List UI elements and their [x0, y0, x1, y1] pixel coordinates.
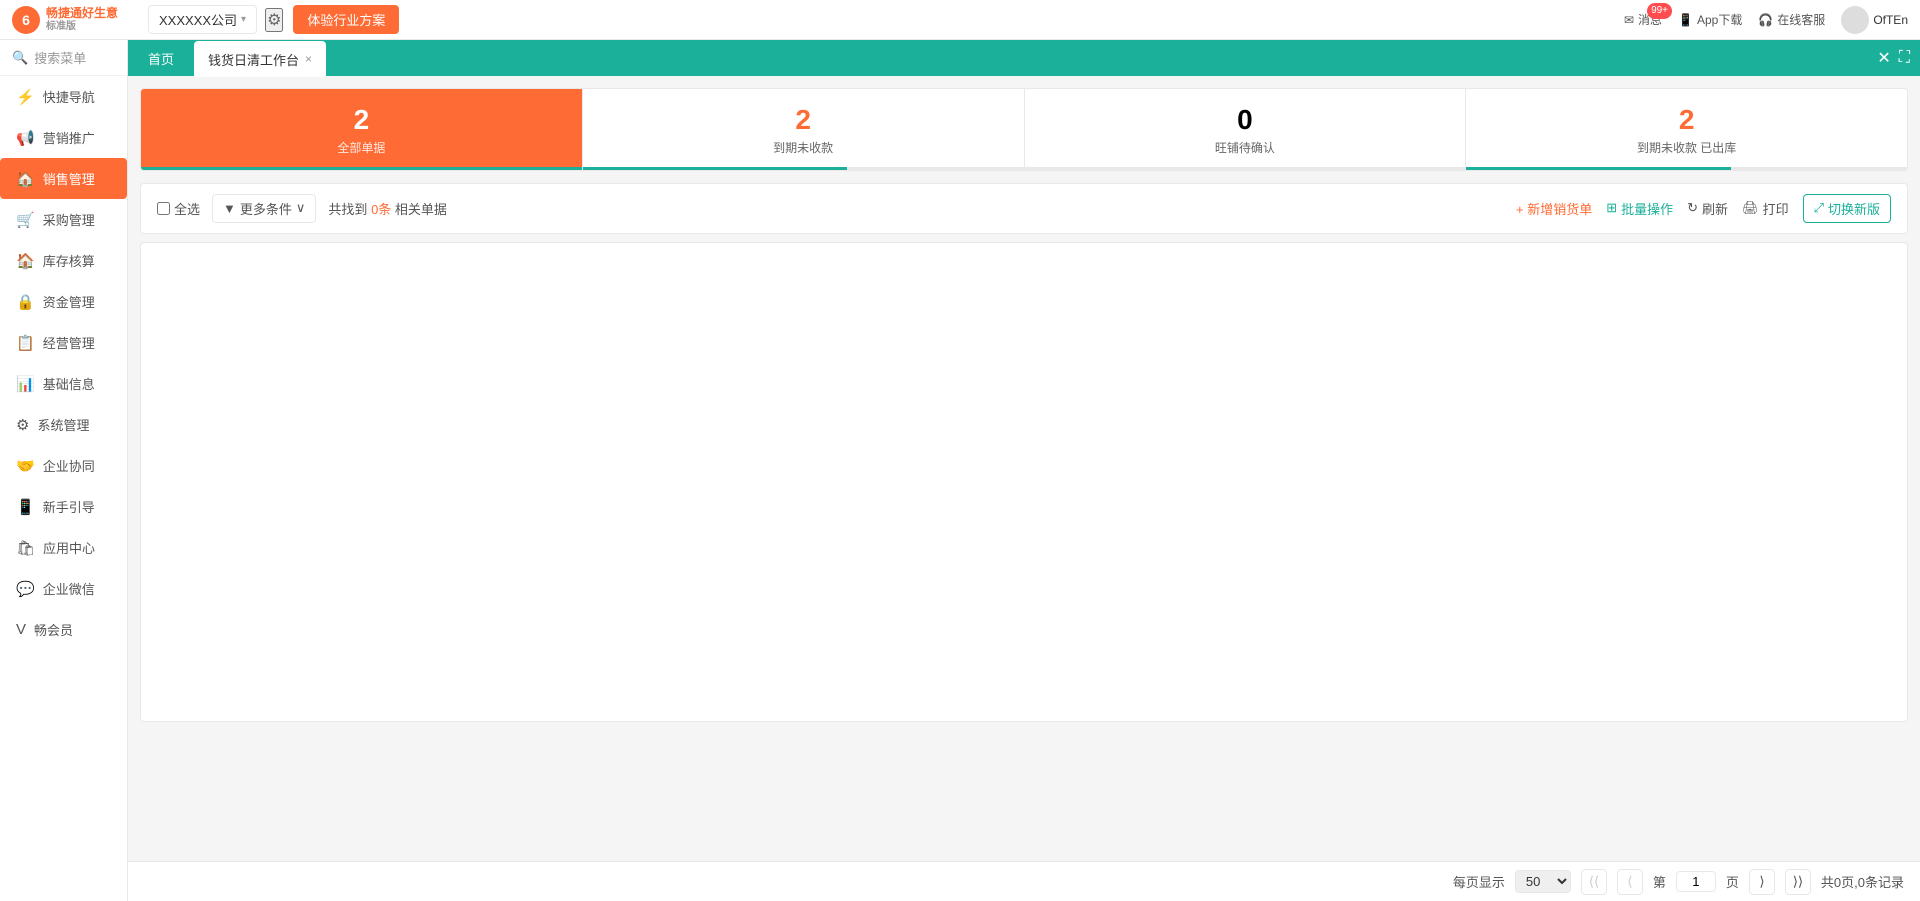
pagination-bar: 每页显示 20 50 100 ⟨⟨ ⟨ 第 页 ⟩ ⟩⟩ 共0页,0条记录 — [128, 861, 1920, 901]
sidebar-item-purchase[interactable]: 🛒 采购管理 — [0, 199, 127, 240]
sidebar-item-marketing[interactable]: 📢 营销推广 — [0, 117, 127, 158]
tab-work-bench[interactable]: 钱货日清工作台 × — [194, 41, 326, 77]
last-page-button[interactable]: ⟩⟩ — [1785, 869, 1811, 895]
summary-cards: 2 全部单据 2 到期未收款 0 旺铺待确认 — [140, 88, 1908, 171]
download-icon: 📱 — [1678, 13, 1693, 27]
company-selector[interactable]: XXXXXX公司 ▾ — [148, 5, 257, 34]
purchase-icon: 🛒 — [16, 211, 35, 229]
sidebar-item-enterprise[interactable]: 🤝 企业协同 — [0, 445, 127, 486]
first-page-button[interactable]: ⟨⟨ — [1581, 869, 1607, 895]
wechat-icon: 💬 — [16, 580, 35, 598]
tab-close-icon[interactable]: × — [305, 52, 312, 66]
table-area — [140, 242, 1908, 722]
basicinfo-icon: 📊 — [16, 375, 35, 393]
expand-tab-button[interactable]: ⛶ — [1899, 49, 1910, 67]
page-unit: 页 — [1726, 872, 1739, 891]
logo-text: 畅捷通好生意 标准版 — [46, 6, 118, 32]
inventory-icon: 🏠 — [16, 252, 35, 270]
search-icon: 🔍 — [12, 50, 28, 66]
sidebar-item-finance[interactable]: 🔒 资金管理 — [0, 281, 127, 322]
summary-card-shipped[interactable]: 2 到期未收款 已出库 — [1466, 89, 1907, 170]
add-order-button[interactable]: + 新增销货单 — [1516, 199, 1592, 218]
message-badge: 99+ — [1647, 3, 1672, 19]
select-all-input[interactable] — [157, 202, 170, 215]
sidebar-item-sales[interactable]: 🏠 销售管理 — [0, 158, 127, 199]
logo-icon: 6 — [12, 6, 40, 34]
page-total: 共0页,0条记录 — [1821, 872, 1904, 891]
user-avatar-area[interactable]: OfTEn — [1841, 6, 1908, 34]
page-label: 第 — [1653, 872, 1666, 891]
sidebar-item-app-center[interactable]: 🛍 应用中心 — [0, 527, 127, 568]
sidebar-item-system[interactable]: ⚙ 系统管理 — [0, 404, 127, 445]
print-icon: 🖨 — [1742, 200, 1759, 216]
close-tab-button[interactable]: ✕ — [1877, 48, 1890, 68]
sidebar-item-wechat[interactable]: 💬 企业微信 — [0, 568, 127, 609]
sidebar-item-guide[interactable]: 📱 新手引导 — [0, 486, 127, 527]
refresh-button[interactable]: ↻ 刷新 — [1687, 199, 1728, 218]
next-page-button[interactable]: ⟩ — [1749, 869, 1775, 895]
marketing-icon: 📢 — [16, 129, 35, 147]
summary-card-wangpu[interactable]: 0 旺铺待确认 — [1025, 89, 1467, 170]
tab-bar-actions: ✕ ⛶ — [1877, 48, 1920, 68]
avatar — [1841, 6, 1869, 34]
refresh-icon: ↻ — [1687, 200, 1698, 216]
operation-icon: 📋 — [16, 334, 35, 352]
member-icon: V — [16, 621, 26, 638]
online-service-button[interactable]: 🎧 在线客服 — [1758, 11, 1825, 28]
main-content: 2 全部单据 2 到期未收款 0 旺铺待确认 — [128, 76, 1920, 901]
sales-icon: 🏠 — [16, 170, 35, 188]
batch-icon: ⊞ — [1606, 200, 1617, 216]
app-center-icon: 🛍 — [16, 539, 35, 557]
sidebar-item-operation[interactable]: 📋 经营管理 — [0, 322, 127, 363]
guide-icon: 📱 — [16, 498, 35, 516]
logo-area: 6 畅捷通好生意 标准版 — [12, 6, 140, 34]
filter-chevron-icon: ∨ — [296, 200, 306, 216]
top-header: 6 畅捷通好生意 标准版 XXXXXX公司 ▾ ⚙ 体验行业方案 ✉ 消息 99… — [0, 0, 1920, 40]
toolbar: 全选 ▼ 更多条件 ∨ 共找到 0条 相关单据 + 新增销货单 ⊞ 批量操作 — [140, 183, 1908, 234]
card-progress-all — [141, 167, 582, 170]
batch-action-button[interactable]: ⊞ 批量操作 — [1606, 199, 1673, 218]
sidebar-search[interactable]: 🔍 搜索菜单 — [0, 40, 127, 76]
system-icon: ⚙ — [16, 416, 29, 434]
summary-card-all[interactable]: 2 全部单据 — [141, 89, 583, 170]
settings-button[interactable]: ⚙ — [265, 8, 283, 32]
filter-button[interactable]: ▼ 更多条件 ∨ — [212, 194, 316, 223]
messages-button[interactable]: ✉ 消息 99+ — [1624, 11, 1662, 28]
message-icon: ✉ — [1624, 13, 1634, 27]
filter-icon: ▼ — [223, 201, 236, 216]
prev-page-button[interactable]: ⟨ — [1617, 869, 1643, 895]
header-right: ✉ 消息 99+ 📱 App下载 🎧 在线客服 OfTEn — [1624, 6, 1908, 34]
enterprise-icon: 🤝 — [16, 457, 35, 475]
lightning-icon: ⚡ — [16, 88, 35, 106]
summary-card-overdue[interactable]: 2 到期未收款 — [583, 89, 1025, 170]
sidebar-item-quick-nav[interactable]: ⚡ 快捷导航 — [0, 76, 127, 117]
sidebar-item-member[interactable]: V 畅会员 — [0, 609, 127, 650]
sidebar-item-inventory[interactable]: 🏠 库存核算 — [0, 240, 127, 281]
page-size-select[interactable]: 20 50 100 — [1515, 870, 1571, 893]
tab-home[interactable]: 首页 — [128, 40, 194, 76]
found-text: 共找到 0条 相关单据 — [328, 199, 447, 218]
chevron-down-icon: ▾ — [241, 14, 246, 25]
switch-version-button[interactable]: ⤢ 切换新版 — [1803, 194, 1891, 223]
app-download-button[interactable]: 📱 App下载 — [1678, 11, 1742, 28]
card-progress-wangpu — [1025, 167, 1466, 170]
switch-icon: ⤢ — [1814, 200, 1824, 216]
trial-button[interactable]: 体验行业方案 — [293, 5, 399, 34]
card-progress-shipped — [1466, 167, 1907, 170]
tab-bar: 首页 钱货日清工作台 × ✕ ⛶ — [128, 40, 1920, 76]
print-button[interactable]: 🖨 打印 — [1742, 199, 1789, 218]
sidebar: 🔍 搜索菜单 ⚡ 快捷导航 📢 营销推广 🏠 销售管理 🛒 采购管理 🏠 库存核… — [0, 40, 128, 901]
card-progress-overdue — [583, 167, 1024, 170]
finance-icon: 🔒 — [16, 293, 35, 311]
page-input[interactable] — [1676, 871, 1716, 892]
service-icon: 🎧 — [1758, 13, 1773, 27]
select-all-checkbox[interactable]: 全选 — [157, 199, 200, 218]
sidebar-item-basic-info[interactable]: 📊 基础信息 — [0, 363, 127, 404]
